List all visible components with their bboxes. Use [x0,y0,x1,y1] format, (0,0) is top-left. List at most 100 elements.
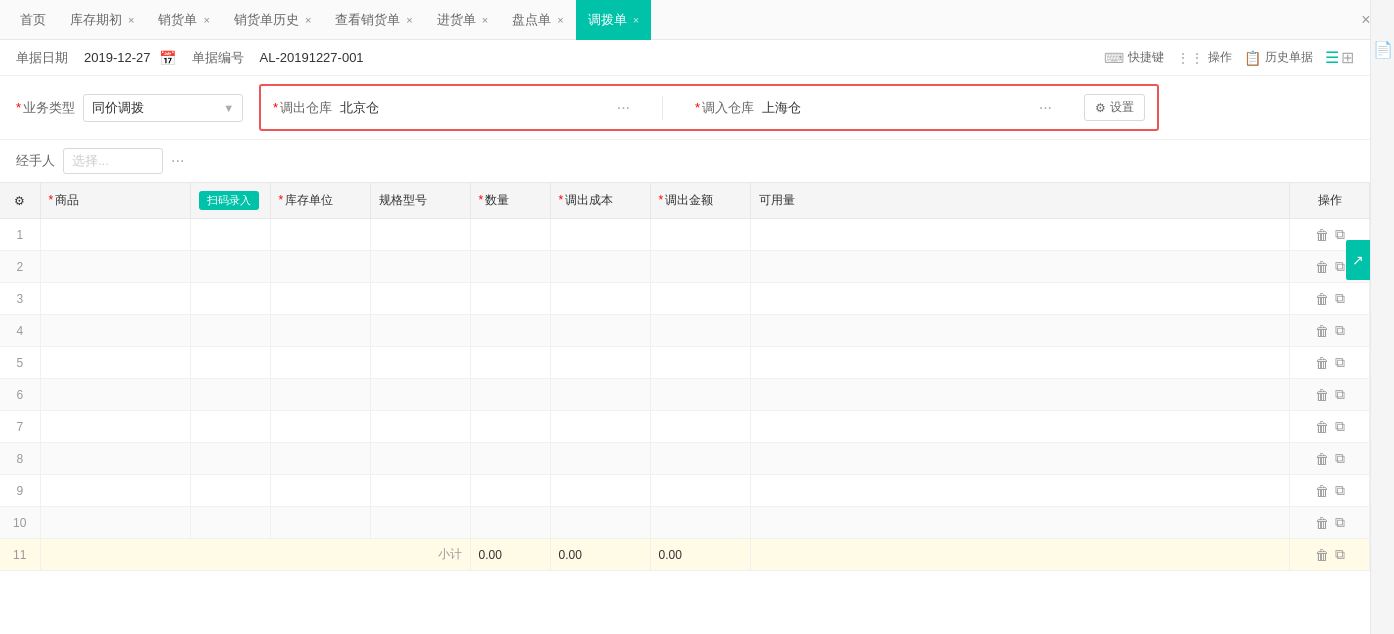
row-qty-7 [470,411,550,443]
row-goods-5[interactable] [40,347,190,379]
tab-view-sales[interactable]: 查看销货单 × [323,0,424,40]
agent-select[interactable]: 选择... [63,148,163,174]
delete-icon-1[interactable]: 🗑 [1315,227,1329,243]
copy-icon-9[interactable]: ⧉ [1335,482,1345,499]
col-available: 可用量 [750,183,1290,219]
row-cost-4 [550,315,650,347]
business-type-label: *业务类型 [16,99,75,117]
layout-grid-icon[interactable]: ⊞ [1341,48,1354,67]
tab-close-purchase[interactable]: × [482,14,488,26]
row-goods-2[interactable] [40,251,190,283]
layout-list-icon[interactable]: ☰ [1325,48,1339,67]
settings-button[interactable]: ⚙ 设置 [1084,94,1145,121]
col-gear[interactable]: ⚙ [0,183,40,219]
table-row: 2 🗑 ⧉ [0,251,1370,283]
tab-close-sales-history[interactable]: × [305,14,311,26]
tab-transfer[interactable]: 调拨单 × [576,0,651,40]
copy-icon-6[interactable]: ⧉ [1335,386,1345,403]
row-cost-6 [550,379,650,411]
row-goods-10[interactable] [40,507,190,539]
delete-icon[interactable]: 🗑 [1315,547,1329,563]
delete-icon-7[interactable]: 🗑 [1315,419,1329,435]
row-scan-3 [190,283,270,315]
row-ops-7: 🗑 ⧉ [1290,411,1370,443]
copy-icon-7[interactable]: ⧉ [1335,418,1345,435]
business-type-field: *业务类型 同价调拨 ▼ [16,94,243,122]
copy-icon-10[interactable]: ⧉ [1335,514,1345,531]
row-num-6: 6 [0,379,40,411]
row-available-6 [750,379,1290,411]
warehouse-out-more[interactable]: ··· [617,99,630,117]
row-spec-5 [370,347,470,379]
row-cost-5 [550,347,650,379]
row-qty-5 [470,347,550,379]
tab-stocktake[interactable]: 盘点单 × [500,0,575,40]
tab-close-sales[interactable]: × [203,14,209,26]
tab-inventory-init[interactable]: 库存期初 × [58,0,146,40]
copy-icon-4[interactable]: ⧉ [1335,322,1345,339]
layout-toggle[interactable]: ☰ ⊞ [1325,48,1354,67]
shortcut-icon: ⌨ [1104,50,1124,66]
table-row: 1 🗑 ⧉ [0,219,1370,251]
row-num-4: 4 [0,315,40,347]
row-cost-9 [550,475,650,507]
delete-icon-10[interactable]: 🗑 [1315,515,1329,531]
row-cost-7 [550,411,650,443]
tab-home[interactable]: 首页 [8,0,58,40]
row-goods-1[interactable] [40,219,190,251]
date-value: 2019-12-27 [84,50,151,65]
tab-sales-history[interactable]: 销货单历史 × [222,0,323,40]
row-scan-2 [190,251,270,283]
tab-purchase[interactable]: 进货单 × [425,0,500,40]
row-scan-10 [190,507,270,539]
tab-close-transfer[interactable]: × [633,14,639,26]
copy-icon-8[interactable]: ⧉ [1335,450,1345,467]
delete-icon-5[interactable]: 🗑 [1315,355,1329,371]
warehouse-in-value: 上海仓 [762,99,801,117]
warehouse-in-more[interactable]: ··· [1039,99,1052,117]
row-goods-8[interactable] [40,443,190,475]
copy-icon-3[interactable]: ⧉ [1335,290,1345,307]
row-spec-9 [370,475,470,507]
delete-icon-8[interactable]: 🗑 [1315,451,1329,467]
history-button[interactable]: 📋 历史单据 [1244,49,1313,66]
warehouse-out-field: *调出仓库 北京仓 ··· [273,99,630,117]
operations-button[interactable]: ⋮⋮ 操作 [1176,49,1232,66]
row-goods-6[interactable] [40,379,190,411]
tab-close-stocktake[interactable]: × [557,14,563,26]
row-goods-4[interactable] [40,315,190,347]
delete-icon-9[interactable]: 🗑 [1315,483,1329,499]
row-goods-7[interactable] [40,411,190,443]
agent-more[interactable]: ··· [171,152,184,170]
copy-icon-2[interactable]: ⧉ [1335,258,1345,275]
expand-button[interactable]: ↗ [1346,240,1370,280]
delete-icon-2[interactable]: 🗑 [1315,259,1329,275]
table-row: 4 🗑 ⧉ [0,315,1370,347]
row-spec-7 [370,411,470,443]
business-type-select[interactable]: 同价调拨 ▼ [83,94,243,122]
delete-icon-6[interactable]: 🗑 [1315,387,1329,403]
tab-sales[interactable]: 销货单 × [146,0,221,40]
copy-icon-5[interactable]: ⧉ [1335,354,1345,371]
copy-icon-1[interactable]: ⧉ [1335,226,1345,243]
col-amount: *调出金额 [650,183,750,219]
row-goods-3[interactable] [40,283,190,315]
tab-close-inventory-init[interactable]: × [128,14,134,26]
row-spec-6 [370,379,470,411]
row-scan-9 [190,475,270,507]
delete-icon-4[interactable]: 🗑 [1315,323,1329,339]
calendar-icon[interactable]: 📅 [159,50,176,66]
row-scan-6 [190,379,270,411]
scan-button[interactable]: 扫码录入 [199,191,259,210]
shortcut-button[interactable]: ⌨ 快捷键 [1104,49,1164,66]
row-goods-9[interactable] [40,475,190,507]
col-cost: *调出成本 [550,183,650,219]
delete-icon-3[interactable]: 🗑 [1315,291,1329,307]
agent-field: 经手人 选择... ··· [16,148,184,174]
sidebar-doc-icon[interactable]: 📄 [1373,40,1393,59]
row-available-1 [750,219,1290,251]
copy-icon[interactable]: ⧉ [1335,546,1345,563]
row-cost-2 [550,251,650,283]
row-amount-6 [650,379,750,411]
tab-close-view-sales[interactable]: × [406,14,412,26]
